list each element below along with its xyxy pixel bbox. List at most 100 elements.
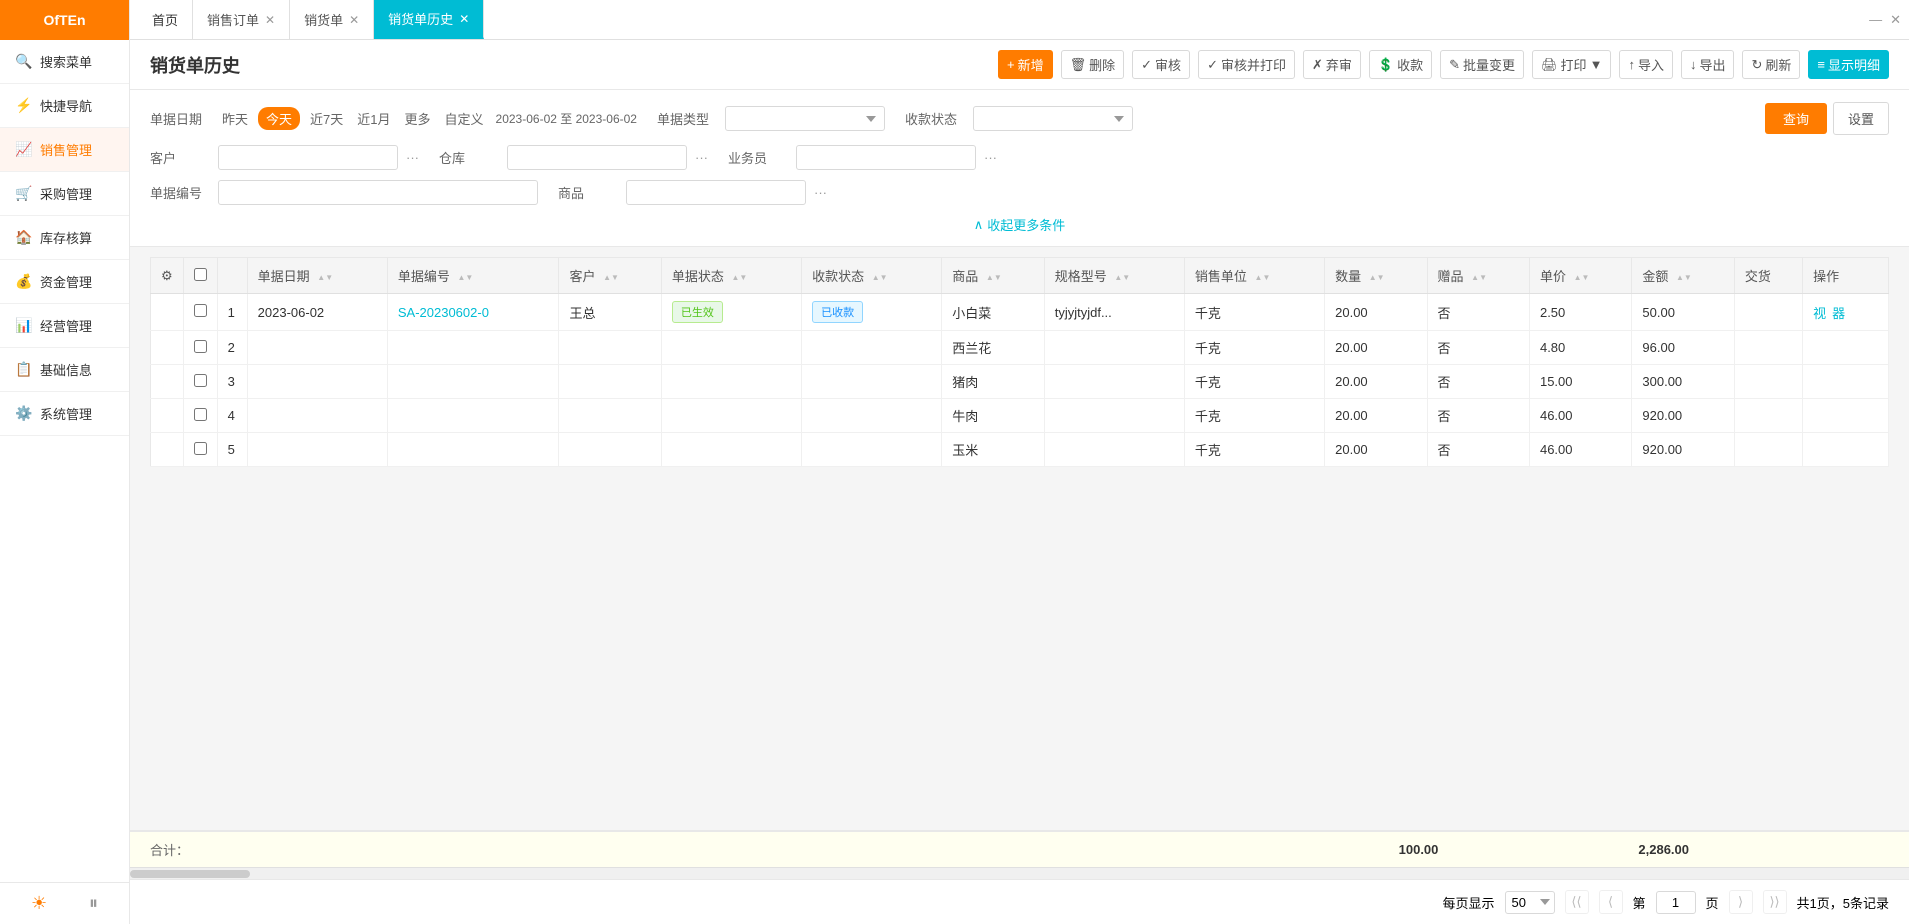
row-checkbox-3[interactable] [194, 408, 207, 421]
export-button[interactable]: ↓ 导出 [1681, 50, 1735, 79]
tab-home-label: 首页 [152, 10, 178, 29]
sidebar-item-quick-nav[interactable]: ⚡ 快捷导航 [0, 84, 129, 128]
window-close-icon[interactable]: ✕ [1890, 12, 1901, 28]
horizontal-scroll[interactable] [130, 867, 1909, 879]
window-minimize-icon[interactable]: — [1869, 12, 1882, 27]
sidebar-item-ops-mgmt[interactable]: 📊 经营管理 [0, 304, 129, 348]
tab-sales-goods-close[interactable]: ✕ [349, 13, 359, 27]
customer-ref-icon[interactable]: ··· [406, 150, 419, 165]
show-detail-label: 显示明细 [1828, 55, 1880, 74]
query-button[interactable]: 查询 [1765, 103, 1827, 134]
collapse-label: 收起更多条件 [987, 215, 1065, 234]
collect-button[interactable]: 💲 收款 [1369, 50, 1432, 79]
doc-no-link-0[interactable]: SA-20230602-0 [398, 305, 489, 320]
select-all-checkbox[interactable] [194, 268, 207, 281]
scroll-thumb[interactable] [130, 870, 250, 878]
collect-status-select[interactable] [973, 106, 1133, 131]
add-button[interactable]: + 新增 [998, 50, 1053, 79]
page-size-select[interactable]: 50 100 200 [1505, 891, 1555, 914]
th-doc-date[interactable]: 单据日期 ▲▼ [247, 258, 387, 294]
th-unit[interactable]: 销售单位 ▲▼ [1184, 258, 1324, 294]
sidebar-item-sales-mgmt[interactable]: 📈 销售管理 [0, 128, 129, 172]
th-settings[interactable]: ⚙ [151, 258, 184, 294]
shortcut-more[interactable]: 更多 [401, 107, 435, 130]
action-more-0[interactable]: 器 [1832, 306, 1845, 321]
abandon-label: 弃审 [1326, 55, 1352, 74]
filter-group-doc-no: 单据编号 [150, 180, 538, 205]
collapse-more-btn[interactable]: ∧ 收起更多条件 [150, 215, 1889, 234]
collect-icon: 💲 [1378, 57, 1394, 73]
th-goods[interactable]: 商品 ▲▼ [942, 258, 1044, 294]
customer-input[interactable] [218, 145, 398, 170]
filter-group-doc-type: 单据类型 [657, 106, 885, 131]
abandon-button[interactable]: ✗ 弃审 [1303, 50, 1361, 79]
sort-icon-unit: ▲▼ [1255, 273, 1271, 282]
sidebar-item-sys-mgmt[interactable]: ⚙️ 系统管理 [0, 392, 129, 436]
page-prev-button[interactable]: ⟨ [1599, 890, 1623, 914]
goods-input[interactable] [626, 180, 806, 205]
row-checkbox-4[interactable] [194, 442, 207, 455]
goods-ref-icon[interactable]: ··· [814, 185, 827, 200]
th-spec[interactable]: 规格型号 ▲▼ [1044, 258, 1184, 294]
sidebar-item-basic-info[interactable]: 📋 基础信息 [0, 348, 129, 392]
sidebar-settings-icon[interactable]: ☀ [31, 893, 47, 914]
th-doc-status[interactable]: 单据状态 ▲▼ [661, 258, 801, 294]
ops-icon: 📊 [16, 318, 32, 334]
business-input[interactable] [796, 145, 976, 170]
doc-no-input[interactable] [218, 180, 538, 205]
th-unit-price[interactable]: 单价 ▲▼ [1529, 258, 1631, 294]
th-collect-status[interactable]: 收款状态 ▲▼ [802, 258, 942, 294]
page-last-button[interactable]: ⟩⟩ [1763, 890, 1787, 914]
sidebar-item-search-menu[interactable]: 🔍 搜索菜单 [0, 40, 129, 84]
business-ref-icon[interactable]: ··· [984, 150, 997, 165]
sidebar-item-purchase-mgmt[interactable]: 🛒 采购管理 [0, 172, 129, 216]
tab-sales-goods-history-close[interactable]: ✕ [459, 12, 469, 26]
filter-row-1: 单据日期 昨天 今天 近7天 近1月 更多 自定义 2023-06-02 至 2… [150, 102, 1889, 135]
warehouse-input[interactable] [507, 145, 687, 170]
delete-button[interactable]: 🗑 删除 [1061, 50, 1125, 79]
audit-print-button[interactable]: ✓ 审核并打印 [1198, 50, 1295, 79]
print-button[interactable]: 🖨 打印 ▼ [1532, 50, 1611, 79]
action-view-0[interactable]: 视 [1813, 306, 1826, 321]
page-next-button[interactable]: ⟩ [1729, 890, 1753, 914]
shortcut-month[interactable]: 近1月 [353, 107, 394, 130]
tab-sales-goods[interactable]: 销货单 ✕ [290, 0, 374, 39]
th-doc-no[interactable]: 单据编号 ▲▼ [387, 258, 559, 294]
toolbar: + 新增 🗑 删除 ✓ 审核 ✓ 审核并打印 ✗ 弃审 [998, 50, 1889, 79]
row-checkbox-2[interactable] [194, 374, 207, 387]
tab-sales-order-close[interactable]: ✕ [265, 13, 275, 27]
shortcut-custom[interactable]: 自定义 [441, 107, 488, 130]
sys-icon: ⚙️ [16, 406, 32, 422]
row-checkbox-0[interactable] [194, 304, 207, 317]
shortcut-week[interactable]: 近7天 [306, 107, 347, 130]
sidebar-item-label: 采购管理 [40, 184, 92, 203]
page-first-button[interactable]: ⟨⟨ [1565, 890, 1589, 914]
th-amount[interactable]: 金额 ▲▼ [1632, 258, 1734, 294]
tab-sales-order[interactable]: 销售订单 ✕ [193, 0, 290, 39]
th-qty[interactable]: 数量 ▲▼ [1325, 258, 1427, 294]
sidebar-item-finance-mgmt[interactable]: 💰 资金管理 [0, 260, 129, 304]
th-customer[interactable]: 客户 ▲▼ [559, 258, 661, 294]
shortcut-yesterday[interactable]: 昨天 [218, 107, 252, 130]
refresh-button[interactable]: ↻ 刷新 [1742, 50, 1800, 79]
show-detail-button[interactable]: ≡ 显示明细 [1808, 50, 1889, 79]
th-gift[interactable]: 赠品 ▲▼ [1427, 258, 1529, 294]
sidebar-collapse-icon[interactable]: ⏸ [89, 893, 98, 914]
import-button[interactable]: ↑ 导入 [1619, 50, 1673, 79]
doc-type-select[interactable] [725, 106, 885, 131]
sidebar-item-inventory-calc[interactable]: 🏠 库存核算 [0, 216, 129, 260]
doc-no-label: 单据编号 [150, 183, 210, 202]
settings-button[interactable]: 设置 [1833, 102, 1889, 135]
warehouse-ref-icon[interactable]: ··· [695, 150, 708, 165]
shortcut-today[interactable]: 今天 [258, 107, 300, 130]
audit-button[interactable]: ✓ 审核 [1132, 50, 1190, 79]
row-checkbox-1[interactable] [194, 340, 207, 353]
tab-home[interactable]: 首页 [138, 0, 193, 39]
doc-status-badge-0: 已生效 [672, 301, 723, 323]
batch-change-button[interactable]: ✎ 批量变更 [1440, 50, 1524, 79]
sort-icon-customer: ▲▼ [603, 273, 619, 282]
tab-sales-goods-history[interactable]: 销货单历史 ✕ [374, 0, 484, 39]
th-checkbox[interactable] [183, 258, 217, 294]
page-input[interactable]: 1 [1656, 891, 1696, 914]
th-row-no [217, 258, 247, 294]
